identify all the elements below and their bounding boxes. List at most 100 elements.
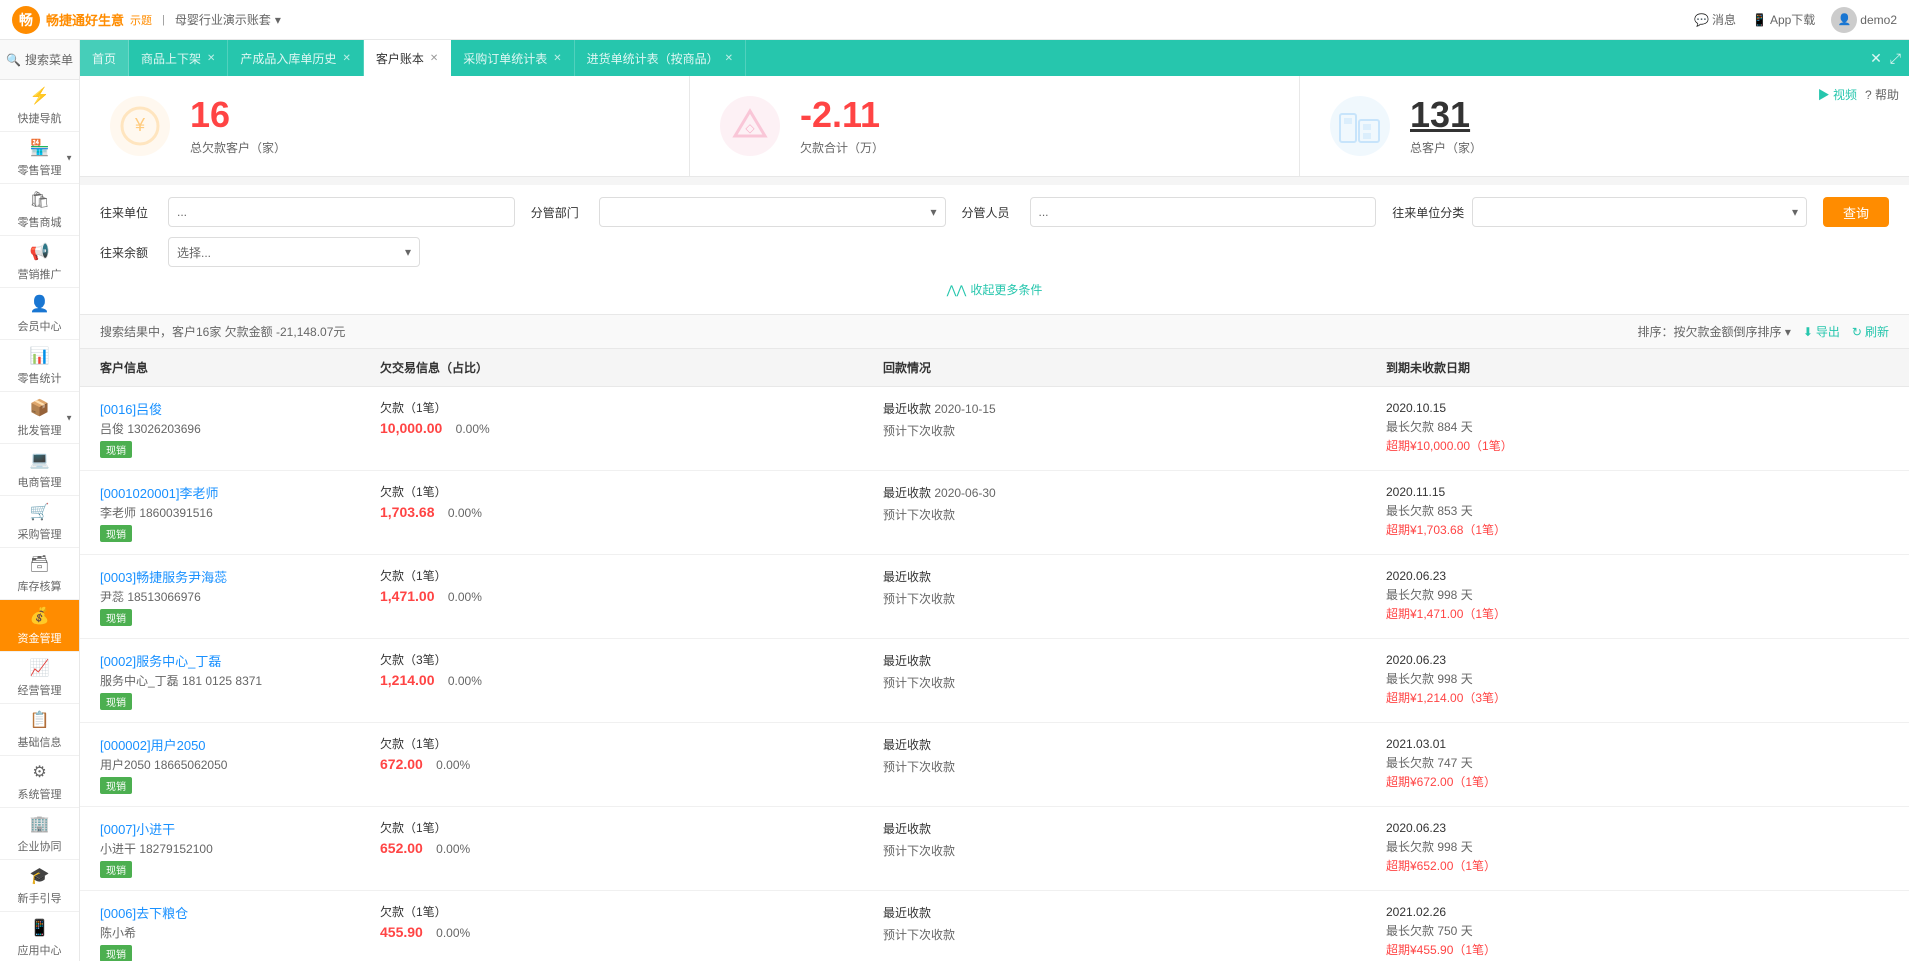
customer-phone-6: 陈小希 (100, 924, 380, 941)
overdue-text-3[interactable]: 超期¥1,214.00（3笔） (1386, 689, 1889, 708)
sidebar-item-marketing[interactable]: 📢 营销推广 (0, 236, 79, 288)
overdue-text-6[interactable]: 超期¥455.90（1笔） (1386, 941, 1889, 960)
filter-input-unit-type[interactable]: ▾ (1472, 197, 1807, 227)
col-header-payment: 回款情况 (883, 359, 1386, 376)
close-tab-purchase-stats[interactable]: ✕ (553, 53, 561, 64)
sidebar-item-finance[interactable]: 💰 资金管理 (0, 600, 79, 652)
separator: | (162, 14, 165, 26)
help-btn[interactable]: ? 帮助 (1865, 86, 1899, 103)
sidebar-item-stock[interactable]: 🗃 库存核算 (0, 548, 79, 600)
avatar: 👤 (1831, 7, 1857, 33)
collapse-row[interactable]: ⋀⋀ 收起更多条件 (100, 277, 1889, 302)
guide-icon: 🎓 (30, 866, 50, 886)
tab-stock-stats[interactable]: 进货单统计表（按商品） ✕ (575, 40, 746, 76)
message-icon: 💬 (1694, 13, 1709, 27)
debt-amount-1: 1,703.68 (380, 504, 435, 520)
finance-icon: 💰 (30, 606, 50, 626)
overdue-text-1[interactable]: 超期¥1,703.68（1笔） (1386, 521, 1889, 540)
customer-tag-2: 现销 (100, 609, 132, 626)
debt-percent-3: 0.00% (448, 674, 482, 688)
customer-name-2[interactable]: [0003]畅捷服务尹海蕊 (100, 567, 380, 586)
sidebar-item-quick-nav[interactable]: ⚡ 快捷导航 (0, 80, 79, 132)
filter-input-branch-dept[interactable]: ▾ (599, 197, 946, 227)
tab-product-history[interactable]: 产成品入库单历史 ✕ (228, 40, 363, 76)
nav-link[interactable]: 示题 (130, 12, 152, 28)
sidebar-item-enterprise[interactable]: 🏢 企业协同 (0, 808, 79, 860)
refresh-btn[interactable]: ↻ 刷新 (1852, 323, 1889, 340)
sidebar-label-member: 会员中心 (18, 318, 62, 334)
close-tab-customer-account[interactable]: ✕ (430, 53, 438, 64)
close-tab-stock-stats[interactable]: ✕ (725, 53, 733, 64)
payment-info-6: 最近收款 预计下次收款 (883, 903, 1386, 946)
debt-info-4: 欠款（1笔） 672.00 0.00% (380, 735, 883, 772)
customer-name-3[interactable]: [0002]服务中心_丁磊 (100, 651, 380, 670)
sidebar-item-retail-stats[interactable]: 📊 零售统计 (0, 340, 79, 392)
overdue-text-4[interactable]: 超期¥672.00（1笔） (1386, 773, 1889, 792)
table-row: [0016]吕俊 吕俊 13026203696 现销 欠款（1笔） 10,000… (80, 387, 1909, 471)
debt-count-3: 欠款（3笔） (380, 651, 883, 668)
tab-collapse-btn[interactable]: ✕ (1870, 50, 1882, 67)
overdue-text-2[interactable]: 超期¥1,471.00（1笔） (1386, 605, 1889, 624)
customer-name-1[interactable]: [0001020001]李老师 (100, 483, 380, 502)
tab-purchase-stats[interactable]: 采购订单统计表 ✕ (451, 40, 574, 76)
sidebar-item-sys[interactable]: ⚙ 系统管理 (0, 756, 79, 808)
customer-name-4[interactable]: [000002]用户2050 (100, 735, 380, 754)
filter-input-branch-person[interactable]: ... (1030, 197, 1377, 227)
table-row: [0002]服务中心_丁磊 服务中心_丁磊 181 0125 8371 现销 欠… (80, 639, 1909, 723)
tab-customer-account[interactable]: 客户账本 ✕ (364, 40, 451, 76)
tab-label-product-history: 产成品入库单历史 (240, 50, 336, 67)
filter-item-source-unit: 往来单位 ... (100, 197, 515, 227)
customer-name-5[interactable]: [0007]小进干 (100, 819, 380, 838)
sidebar-item-batch-mgmt[interactable]: 📦 批发管理 (0, 392, 79, 444)
filter-label-source-unit: 往来单位 (100, 204, 160, 221)
sidebar-item-ecommerce[interactable]: 💻 电商管理 (0, 444, 79, 496)
sidebar-item-appcenter[interactable]: 📱 应用中心 (0, 912, 79, 961)
tab-home[interactable]: 首页 (80, 40, 129, 76)
stat-icon-total-customers (1330, 96, 1390, 156)
debt-amount-5: 652.00 (380, 840, 423, 856)
tab-expand-btn[interactable]: ⤢ (1890, 50, 1901, 67)
chevron-down-icon-sort[interactable]: ▾ (1785, 325, 1791, 339)
tab-label-customer-account: 客户账本 (376, 50, 424, 67)
sidebar-item-purchase[interactable]: 🛒 采购管理 (0, 496, 79, 548)
filter-input-source-unit[interactable]: ... (168, 197, 515, 227)
customer-name-6[interactable]: [0006]去下粮仓 (100, 903, 380, 922)
video-btn[interactable]: ▶ 视频 (1818, 86, 1857, 103)
sidebar-search[interactable]: 🔍 搜索菜单 (0, 40, 79, 80)
debt-amount-2: 1,471.00 (380, 588, 435, 604)
query-button[interactable]: 查询 (1823, 197, 1889, 227)
store-selector[interactable]: 母婴行业演示账套 ▾ (175, 11, 281, 28)
sidebar-item-basic[interactable]: 📋 基础信息 (0, 704, 79, 756)
customer-info-2: [0003]畅捷服务尹海蕊 尹蕊 18513066976 现销 (100, 567, 380, 626)
top-header: 畅 畅捷通好生意 示题 | 母婴行业演示账套 ▾ 💬 消息 📱 App下载 👤 … (0, 0, 1909, 40)
sidebar-item-retail-mall[interactable]: 🛍 零售商城 (0, 184, 79, 236)
filter-input-balance[interactable]: 选择... ▾ (168, 237, 420, 267)
tab-label-stock-stats: 进货单统计表（按商品） (587, 50, 719, 67)
sort-label: 排序：按欠款金额倒序排序 ▾ (1637, 323, 1790, 340)
close-tab-product-history[interactable]: ✕ (342, 53, 350, 64)
message-btn[interactable]: 💬 消息 (1694, 11, 1736, 28)
sidebar-item-retail-mgmt[interactable]: 🏪 零售管理 (0, 132, 79, 184)
retail-stats-icon: 📊 (30, 346, 50, 366)
appcenter-icon: 📱 (30, 918, 50, 938)
debt-percent-5: 0.00% (436, 842, 470, 856)
app-download-btn[interactable]: 📱 App下载 (1752, 11, 1815, 28)
sidebar-item-ops[interactable]: 📈 经营管理 (0, 652, 79, 704)
sidebar-item-member[interactable]: 👤 会员中心 (0, 288, 79, 340)
overdue-text-0[interactable]: 超期¥10,000.00（1笔） (1386, 437, 1889, 456)
mobile-icon: 📱 (1752, 13, 1767, 27)
sidebar-item-guide[interactable]: 🎓 新手引导 (0, 860, 79, 912)
customer-phone-5: 小进干 18279152100 (100, 840, 380, 857)
tab-product-online[interactable]: 商品上下架 ✕ (129, 40, 228, 76)
due-date-3: 2020.06.23 (1386, 651, 1889, 670)
payment-info-2: 最近收款 预计下次收款 (883, 567, 1386, 610)
due-info-1: 2020.11.15 最长欠款 853 天 超期¥1,703.68（1笔） (1386, 483, 1889, 541)
overdue-text-5[interactable]: 超期¥652.00（1笔） (1386, 857, 1889, 876)
stat-label-debt-amount: 欠款合计（万） (800, 139, 884, 156)
customer-name-0[interactable]: [0016]吕俊 (100, 399, 380, 418)
due-date-5: 2020.06.23 (1386, 819, 1889, 838)
close-tab-product-online[interactable]: ✕ (207, 53, 215, 64)
chevron-down-icon: ▾ (275, 13, 281, 27)
user-info[interactable]: 👤 demo2 (1831, 7, 1897, 33)
export-btn[interactable]: ⬇ 导出 (1803, 323, 1840, 340)
